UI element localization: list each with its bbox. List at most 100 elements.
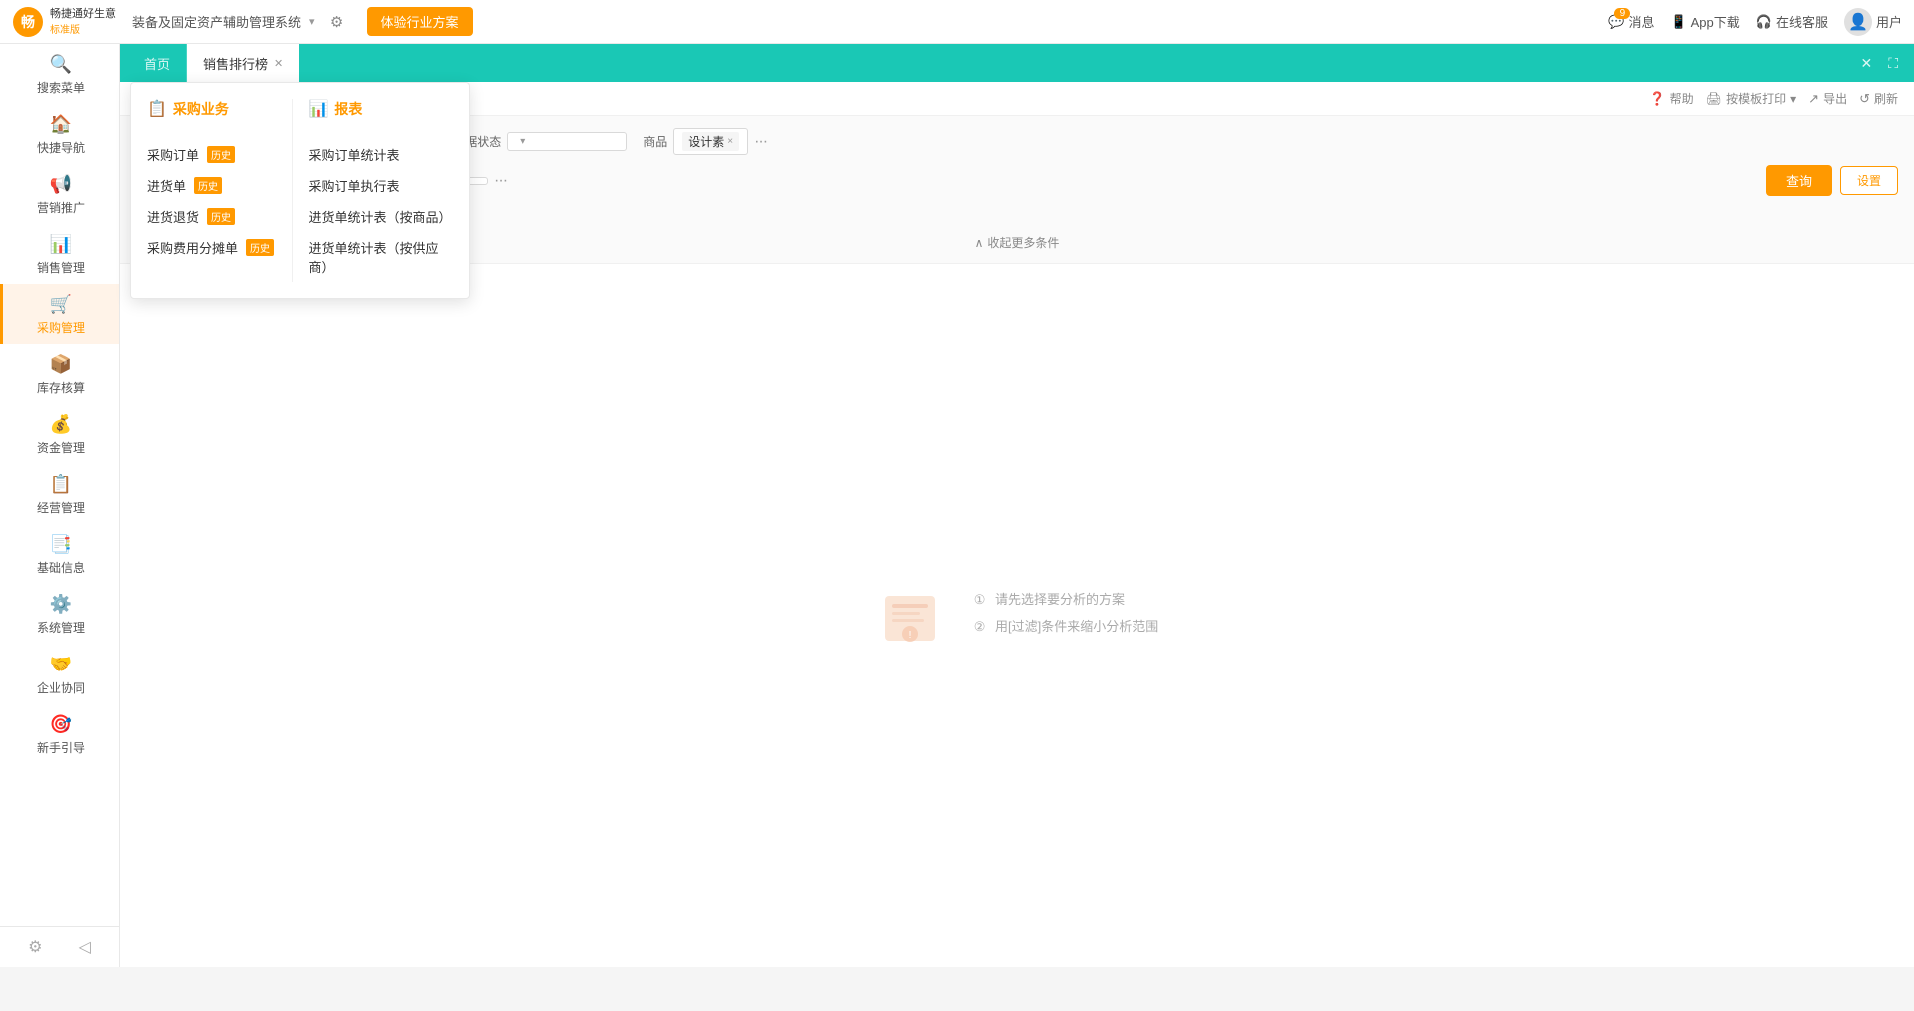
inventory-icon: 📦 (50, 354, 72, 375)
menu-item-stock-goods-stat[interactable]: 进货单统计表（按商品） (309, 201, 454, 232)
menu-item-stock-in[interactable]: 进货单 历史 (147, 170, 292, 201)
status-dropdown[interactable]: ▾ (507, 132, 627, 151)
refresh-btn[interactable]: ↺ 刷新 (1859, 90, 1898, 107)
system-settings-btn[interactable]: ⚙ (323, 8, 351, 36)
sidebar-item-guide[interactable]: 🎯 新手引导 (0, 704, 119, 764)
sidebar-label-system: 系统管理 (37, 619, 85, 636)
stock-supplier-stat-label: 进货单统计表（按供应商） (309, 238, 454, 276)
collapse-btn[interactable]: ∧ 收起更多条件 (975, 234, 1060, 251)
user-btn[interactable]: 👤 用户 (1844, 8, 1902, 36)
menu-item-purchase-cost[interactable]: 采购费用分摊单 历史 (147, 232, 292, 263)
sidebar-item-quick[interactable]: 🏠 快捷导航 (0, 104, 119, 164)
sidebar: 🔍 搜索菜单 🏠 快捷导航 📢 营销推广 📊 销售管理 🛒 采购管理 📦 库存核… (0, 44, 120, 967)
menu-item-stock-return[interactable]: 进货退货 历史 (147, 201, 292, 232)
sidebar-settings-btn[interactable]: ⚙ (28, 937, 42, 957)
sales-icon: 📊 (50, 234, 72, 255)
print-btn[interactable]: 🖨 按模板打印 ▾ (1706, 90, 1797, 107)
purchase-dropdown-menu: 📋 采购业务 采购订单 历史 进货单 历史 进货退货 历史 采购费用分摊单 历史… (130, 82, 470, 299)
finance-icon: 💰 (50, 414, 72, 435)
sidebar-item-operations[interactable]: 📋 经营管理 (0, 464, 119, 524)
help-icon: ❓ (1649, 91, 1665, 107)
menu-item-purchase-order[interactable]: 采购订单 历史 (147, 139, 292, 170)
avatar: 👤 (1844, 8, 1872, 36)
goods-input[interactable]: 设计素 × (673, 128, 748, 155)
order-stat-label: 采购订单统计表 (309, 145, 400, 164)
sidebar-item-finance[interactable]: 💰 资金管理 (0, 404, 119, 464)
message-btn[interactable]: 💬 9 消息 (1608, 12, 1654, 31)
print-arrow-icon: ▾ (1790, 92, 1796, 106)
collapse-arrow-icon: ∧ (975, 236, 984, 250)
help-label: 帮助 (1670, 90, 1694, 107)
enterprise-icon: 🤝 (50, 654, 72, 675)
purchase-cost-label: 采购费用分摊单 (147, 238, 238, 257)
stock-in-hist: 历史 (194, 177, 222, 194)
menu-item-order-stat[interactable]: 采购订单统计表 (309, 139, 454, 170)
industry-button[interactable]: 体验行业方案 (367, 7, 473, 36)
sidebar-item-enterprise[interactable]: 🤝 企业协同 (0, 644, 119, 704)
tab-home[interactable]: 首页 (128, 44, 187, 82)
goods-tag-label: 设计素 (688, 133, 724, 150)
collapse-label: 收起更多条件 (987, 234, 1059, 251)
stock-return-hist: 历史 (207, 208, 235, 225)
export-icon: ↗ (1808, 91, 1819, 107)
operations-icon: 📋 (50, 474, 72, 495)
purchase-col-icon: 📋 (147, 99, 167, 119)
home-icon: 🏠 (50, 114, 72, 135)
tab-sales-rank[interactable]: 销售排行榜 ✕ (187, 44, 299, 82)
hint2-num: ② (974, 619, 986, 635)
sidebar-item-search[interactable]: 🔍 搜索菜单 (0, 44, 119, 104)
query-button[interactable]: 查询 (1766, 165, 1832, 196)
sidebar-label-enterprise: 企业协同 (37, 679, 85, 696)
sidebar-item-system[interactable]: ⚙️ 系统管理 (0, 584, 119, 644)
system-name: 装备及固定资产辅助管理系统 ▾ ⚙ 体验行业方案 (132, 7, 1608, 36)
empty-illustration: ! (870, 576, 950, 656)
menu-item-stock-supplier-stat[interactable]: 进货单统计表（按供应商） (309, 232, 454, 282)
tab-close-all-btn[interactable]: ✕ (1852, 55, 1880, 72)
status-arrow-icon: ▾ (520, 136, 525, 147)
sidebar-item-purchase[interactable]: 🛒 采购管理 (0, 284, 119, 344)
setting-button[interactable]: 设置 (1840, 166, 1898, 195)
print-icon: 🖨 (1706, 91, 1723, 107)
sidebar-label-marketing: 营销推广 (37, 199, 85, 216)
salesperson-dots-btn[interactable]: ··· (494, 172, 507, 190)
empty-text: ① 请先选择要分析的方案 ② 用[过滤]条件来缩小分析范围 (974, 589, 1165, 643)
marketing-icon: 📢 (50, 174, 72, 195)
logo-text: 畅捷通好生意 (50, 7, 116, 21)
purchase-order-hist: 历史 (207, 146, 235, 163)
sidebar-item-marketing[interactable]: 📢 营销推广 (0, 164, 119, 224)
goods-tag-close-btn[interactable]: × (727, 136, 733, 147)
export-label: 导出 (1823, 90, 1847, 107)
menu-item-order-exec[interactable]: 采购订单执行表 (309, 170, 454, 201)
help-btn[interactable]: ❓ 帮助 (1649, 90, 1693, 107)
sidebar-item-sales[interactable]: 📊 销售管理 (0, 224, 119, 284)
export-btn[interactable]: ↗ 导出 (1808, 90, 1847, 107)
goods-dots-btn[interactable]: ··· (754, 133, 767, 151)
system-icon: ⚙️ (50, 594, 72, 615)
purchase-order-label: 采购订单 (147, 145, 199, 164)
system-name-text: 装备及固定资产辅助管理系统 (132, 12, 301, 31)
guide-icon: 🎯 (50, 714, 72, 735)
sidebar-label-search: 搜索菜单 (37, 79, 85, 96)
report-col-label: 报表 (334, 99, 362, 119)
tab-bar: 首页 销售排行榜 ✕ ✕ ⛶ (120, 44, 1914, 82)
online-service-btn[interactable]: 🎧 在线客服 (1756, 12, 1828, 31)
sidebar-label-purchase: 采购管理 (37, 319, 85, 336)
header-right: 💬 9 消息 📱 App下载 🎧 在线客服 👤 用户 (1608, 8, 1902, 36)
app-download-btn[interactable]: 📱 App下载 (1670, 12, 1739, 31)
sidebar-item-inventory[interactable]: 📦 库存核算 (0, 344, 119, 404)
report-column-title: 📊 报表 (309, 99, 454, 127)
logo-area: 畅 畅捷通好生意 标准版 (12, 6, 132, 38)
sidebar-collapse-btn[interactable]: ◁ (79, 937, 91, 957)
system-dropdown-arrow[interactable]: ▾ (309, 15, 315, 28)
tab-close-btn[interactable]: ✕ (274, 57, 283, 70)
report-col-icon: 📊 (309, 99, 329, 119)
tab-fullscreen-btn[interactable]: ⛶ (1880, 55, 1906, 72)
print-label: 按模板打印 (1726, 90, 1786, 107)
hint2-text: 用[过滤]条件来缩小分析范围 (995, 616, 1158, 635)
purchase-cost-hist: 历史 (246, 239, 274, 256)
basic-icon: 📑 (50, 534, 72, 555)
report-column: 📊 报表 采购订单统计表 采购订单执行表 进货单统计表（按商品） 进货单统计表（… (292, 99, 454, 282)
empty-hint1: ① 请先选择要分析的方案 (974, 589, 1165, 608)
sidebar-item-basic[interactable]: 📑 基础信息 (0, 524, 119, 584)
goods-label: 商品 (643, 133, 667, 150)
